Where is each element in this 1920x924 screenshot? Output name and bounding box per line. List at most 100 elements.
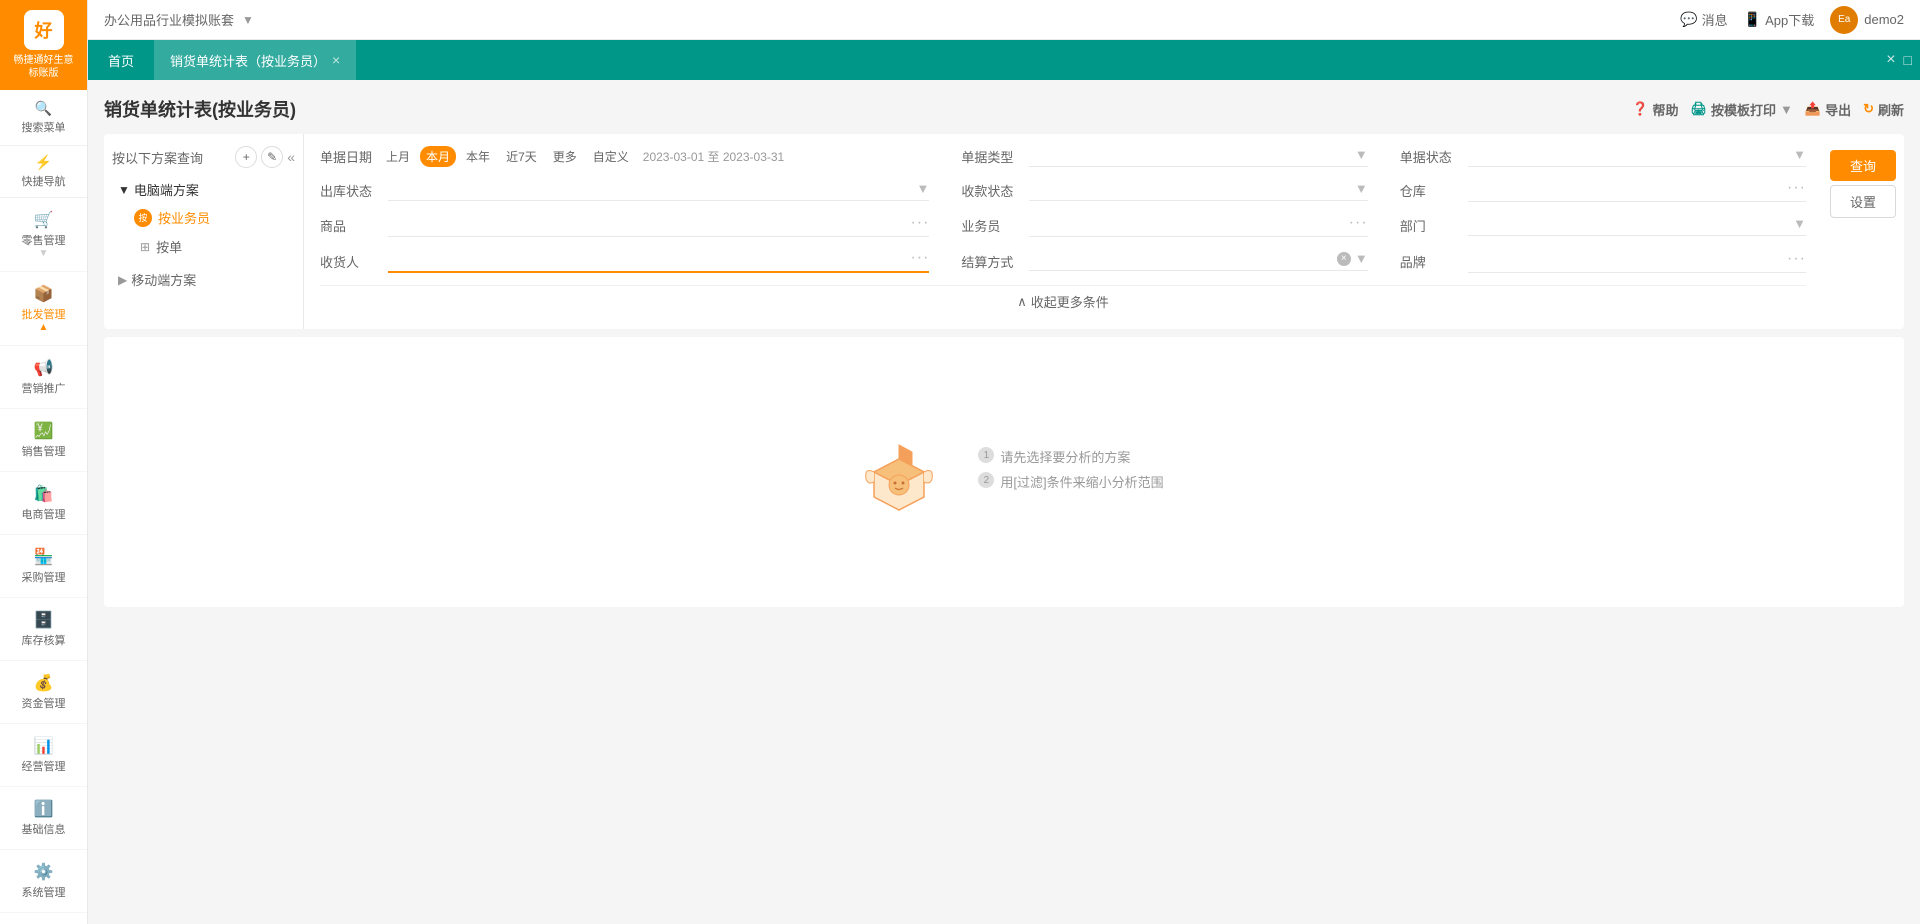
- message-action[interactable]: 💬 消息: [1680, 10, 1727, 29]
- out-status-dropdown-icon[interactable]: ▼: [917, 181, 930, 196]
- out-status-input[interactable]: ▼: [388, 181, 929, 201]
- tip-text-1: 请先选择要分析的方案: [1000, 447, 1130, 466]
- sidebar-item-marketing[interactable]: 📢 营销推广: [0, 346, 87, 409]
- sidebar-item-purchase[interactable]: 🏪 采购管理: [0, 535, 87, 598]
- receiver-input-field[interactable]: [388, 251, 906, 266]
- doc-type-dropdown-icon[interactable]: ▼: [1355, 147, 1368, 162]
- date-this-month[interactable]: 本月: [420, 146, 456, 167]
- date-custom[interactable]: 自定义: [587, 146, 635, 167]
- doc-status-input-field[interactable]: [1468, 147, 1789, 162]
- add-scheme-btn[interactable]: +: [235, 146, 257, 168]
- receiver-more-icon[interactable]: ···: [910, 249, 929, 267]
- sidebar-item-retail[interactable]: 🛒 零售管理 ▼: [0, 198, 87, 272]
- wholesale-expand: ▲: [39, 322, 49, 333]
- sidebar-item-wholesale[interactable]: 📦 批发管理 ▲: [0, 272, 87, 346]
- receipt-status-input[interactable]: ▼: [1029, 181, 1367, 201]
- sidebar-item-collab[interactable]: 🤝 企业协同: [0, 913, 87, 924]
- dept-label: 部门: [1400, 216, 1460, 235]
- doc-type-input[interactable]: ▼: [1029, 147, 1367, 167]
- dept-input-field[interactable]: [1468, 216, 1789, 231]
- refresh-icon: ↻: [1863, 101, 1874, 117]
- doc-type-input-field[interactable]: [1029, 147, 1350, 162]
- query-button[interactable]: 查询: [1830, 150, 1896, 181]
- wholesale-label: 批发管理: [22, 306, 66, 322]
- breadcrumb-dropdown-icon[interactable]: ▼: [242, 13, 254, 27]
- sub-item-icon: ⊞: [140, 240, 150, 254]
- print-btn[interactable]: 🖨 按模板打印 ▼: [1690, 100, 1792, 119]
- expand-scheme-icon: ▼: [118, 183, 130, 197]
- receipt-status-label: 收款状态: [961, 181, 1021, 200]
- settlement-clear-icon[interactable]: ×: [1337, 252, 1351, 266]
- tab-right-actions: × □: [1886, 51, 1920, 69]
- salesman-more-icon[interactable]: ···: [1349, 214, 1368, 232]
- warehouse-input[interactable]: ···: [1468, 179, 1806, 202]
- receipt-status-dropdown-icon[interactable]: ▼: [1355, 181, 1368, 196]
- sidebar-item-inventory[interactable]: 🗄️ 库存核算: [0, 598, 87, 661]
- settlement-input-field[interactable]: [1029, 251, 1332, 266]
- goods-input-field[interactable]: [388, 216, 906, 231]
- sidebar-quicknav[interactable]: ⚡ 快捷导航: [0, 146, 87, 198]
- date-this-year[interactable]: 本年: [460, 146, 496, 167]
- sidebar-item-sales[interactable]: 💹 销售管理: [0, 409, 87, 472]
- doc-status-input[interactable]: ▼: [1468, 147, 1806, 167]
- brand-input-field[interactable]: [1468, 251, 1783, 266]
- sidebar-item-basic[interactable]: ℹ️ 基础信息: [0, 787, 87, 850]
- user-action[interactable]: Ea demo2: [1830, 6, 1904, 34]
- filter-row-3: 商品 ··· 业务员 ···: [320, 214, 1806, 237]
- top-header: 办公用品行业模拟账套 ▼ 💬 消息 📱 App下载 Ea demo2: [88, 0, 1920, 40]
- receiver-input[interactable]: ···: [388, 249, 929, 273]
- date-range-text: 2023-03-01 至 2023-03-31: [643, 148, 784, 165]
- sidebar-item-operations[interactable]: 📊 经营管理: [0, 724, 87, 787]
- out-status-input-field[interactable]: [388, 181, 913, 196]
- purchase-label: 采购管理: [22, 569, 66, 585]
- collapse-sidebar-btn[interactable]: «: [287, 149, 295, 165]
- scheme-item-label: 按业务员: [158, 208, 210, 227]
- receipt-status-input-field[interactable]: [1029, 181, 1350, 196]
- warehouse-input-field[interactable]: [1468, 181, 1783, 196]
- goods-input[interactable]: ···: [388, 214, 929, 237]
- collapse-more-btn[interactable]: ∧ 收起更多条件: [320, 285, 1806, 317]
- desktop-scheme-group: ▼ 电脑端方案 按 按业务员: [112, 176, 295, 261]
- help-btn[interactable]: ❓ 帮助: [1632, 100, 1678, 119]
- refresh-btn[interactable]: ↻ 刷新: [1863, 100, 1904, 119]
- dept-dropdown-icon[interactable]: ▼: [1793, 216, 1806, 231]
- sidebar-search[interactable]: 🔍 搜索菜单: [0, 90, 87, 146]
- query-panel-inner: 按以下方案查询 + ✎ « ▼ 电脑端方案: [104, 134, 1904, 329]
- window-max-icon[interactable]: □: [1904, 52, 1912, 68]
- export-btn[interactable]: 📤 导出: [1805, 100, 1851, 119]
- edit-scheme-btn[interactable]: ✎: [261, 146, 283, 168]
- scheme-item-salesman[interactable]: 按 按业务员: [128, 203, 295, 232]
- salesman-input[interactable]: ···: [1029, 214, 1367, 237]
- date-last-month[interactable]: 上月: [380, 146, 416, 167]
- query-actions: 查询 设置: [1822, 134, 1904, 329]
- sidebar-item-finance[interactable]: 💰 资金管理: [0, 661, 87, 724]
- settlement-input[interactable]: × ▼: [1029, 251, 1367, 271]
- date-7days[interactable]: 近7天: [500, 146, 543, 167]
- search-icon: 🔍: [35, 100, 52, 116]
- tab-close-icon[interactable]: ×: [332, 52, 340, 68]
- sidebar-item-ecommerce[interactable]: 🛍️ 电商管理: [0, 472, 87, 535]
- scheme-sub-item-order[interactable]: ⊞ 按单: [128, 232, 295, 261]
- brand-more-icon[interactable]: ···: [1787, 250, 1806, 268]
- tab-active[interactable]: 销货单统计表（按业务员） ×: [154, 40, 356, 80]
- tab-home[interactable]: 首页: [88, 51, 154, 70]
- goods-more-icon[interactable]: ···: [910, 214, 929, 232]
- print-icon: 🖨: [1690, 101, 1707, 117]
- settings-button[interactable]: 设置: [1830, 185, 1896, 218]
- salesman-input-field[interactable]: [1029, 216, 1344, 231]
- query-panel: 按以下方案查询 + ✎ « ▼ 电脑端方案: [104, 134, 1904, 329]
- brand-input[interactable]: ···: [1468, 250, 1806, 273]
- mobile-scheme-group[interactable]: ▶ 移动端方案: [112, 265, 295, 294]
- receiver-field: 收货人 ···: [320, 249, 929, 273]
- dept-input[interactable]: ▼: [1468, 216, 1806, 236]
- doc-status-dropdown-icon[interactable]: ▼: [1793, 147, 1806, 162]
- window-close-icon[interactable]: ×: [1886, 51, 1895, 69]
- filter-form-area: 单据日期 上月 本月 本年 近7天 更多 自定义: [304, 134, 1822, 329]
- sidebar-item-system[interactable]: ⚙️ 系统管理: [0, 850, 87, 913]
- date-more[interactable]: 更多: [547, 146, 583, 167]
- settlement-dropdown-icon[interactable]: ▼: [1355, 251, 1368, 266]
- warehouse-more-icon[interactable]: ···: [1787, 179, 1806, 197]
- app-download-action[interactable]: 📱 App下载: [1744, 10, 1815, 29]
- sales-icon: 💹: [34, 421, 54, 441]
- desktop-scheme-header[interactable]: ▼ 电脑端方案: [112, 176, 295, 203]
